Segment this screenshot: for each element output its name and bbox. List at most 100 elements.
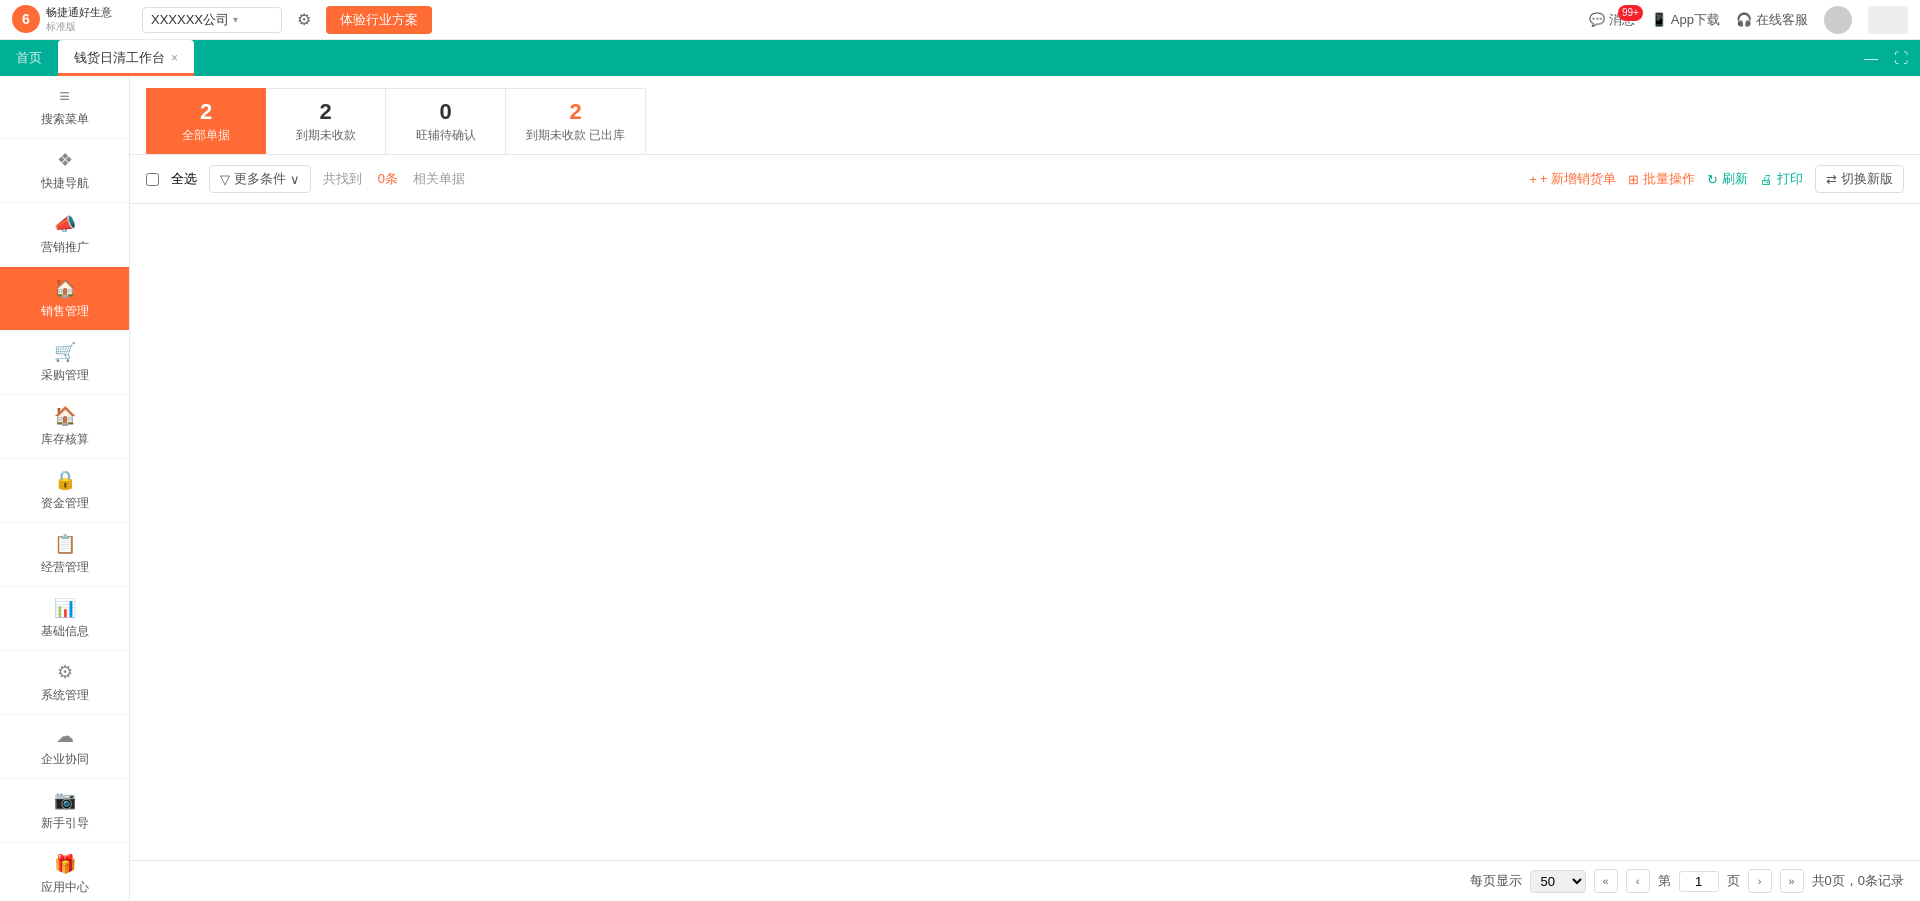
stat-num-overdue: 2 [286, 99, 365, 125]
filter-button[interactable]: ▽ 更多条件 ∨ [209, 165, 311, 193]
switch-version-button[interactable]: ⇄ 切换新版 [1815, 165, 1904, 193]
sidebar-item-system[interactable]: ⚙ 系统管理 [0, 651, 129, 715]
app-badge: 标准版 [46, 20, 112, 34]
search-menu-icon: ≡ [59, 86, 70, 107]
online-service-button[interactable]: 🎧 在线客服 [1736, 11, 1808, 29]
print-icon: 🖨 [1760, 172, 1773, 187]
switch-icon: ⇄ [1826, 172, 1837, 187]
online-service-label: 在线客服 [1756, 11, 1808, 29]
settings-button[interactable]: ⚙ [290, 6, 318, 34]
sidebar-item-collab[interactable]: ☁ 企业协同 [0, 715, 129, 779]
tab-maximize-button[interactable]: ⛶ [1890, 46, 1912, 70]
purchase-icon: 🛒 [54, 341, 76, 363]
company-chevron-icon: ▾ [233, 14, 238, 25]
system-icon: ⚙ [57, 661, 73, 683]
tab-right-actions: — ⛶ [1860, 46, 1920, 70]
sidebar-sales-label: 销售管理 [41, 303, 89, 320]
logo-area: 6 畅捷通好生意 标准版 [12, 5, 142, 33]
logo-icon: 6 [12, 5, 40, 33]
first-page-button[interactable]: « [1594, 869, 1618, 893]
page-label: 第 [1658, 872, 1671, 890]
sidebar-item-search[interactable]: ≡ 搜索菜单 [0, 76, 129, 139]
found-suffix: 相关单据 [410, 170, 466, 188]
table-area [130, 204, 1920, 860]
last-page-button[interactable]: » [1780, 869, 1804, 893]
stats-tabs: 2 全部单据 2 到期未收款 0 旺辅待确认 2 到期未收款 已出库 [130, 76, 1920, 155]
quicknav-icon: ❖ [57, 149, 73, 171]
total-label: 共0页，0条记录 [1812, 872, 1904, 890]
stat-tab-shipped[interactable]: 2 到期未收款 已出库 [506, 88, 646, 154]
app-title: 畅捷通好生意 [46, 5, 112, 19]
sidebar-basic-info-label: 基础信息 [41, 623, 89, 640]
stat-label-overdue: 到期未收款 [286, 127, 365, 144]
finance-icon: 🔒 [54, 469, 76, 491]
sidebar-collab-label: 企业协同 [41, 751, 89, 768]
operation-icon: 📋 [54, 533, 76, 555]
tab-qianhuo[interactable]: 钱货日清工作台 × [58, 40, 194, 76]
sidebar-item-marketing[interactable]: 📣 营销推广 [0, 203, 129, 267]
stat-tab-overdue[interactable]: 2 到期未收款 [266, 88, 386, 154]
message-icon: 💬 [1589, 12, 1605, 27]
stat-label-all: 全部单据 [167, 127, 245, 144]
toolbar: 全选 ▽ 更多条件 ∨ 共找到 0条 相关单据 + + 新增销货单 ⊞ 批量操作 [130, 155, 1920, 204]
company-selector[interactable]: XXXXXX公司 ▾ [142, 7, 282, 33]
filter-chevron-icon: ∨ [290, 172, 300, 187]
username-area [1868, 6, 1908, 34]
sidebar-item-operation[interactable]: 📋 经营管理 [0, 523, 129, 587]
avatar[interactable] [1824, 6, 1852, 34]
sidebar-operation-label: 经营管理 [41, 559, 89, 576]
sidebar-item-newbie[interactable]: 📷 新手引导 [0, 779, 129, 843]
marketing-icon: 📣 [54, 213, 76, 235]
sidebar-item-sales[interactable]: 🏠 销售管理 [0, 267, 129, 331]
header-right: 💬 消息 99+ 📱 App下载 🎧 在线客服 [1589, 6, 1908, 34]
prev-page-button[interactable]: ‹ [1626, 869, 1650, 893]
collab-icon: ☁ [56, 725, 74, 747]
sidebar-item-finance[interactable]: 🔒 资金管理 [0, 459, 129, 523]
sidebar-quicknav-label: 快捷导航 [41, 175, 89, 192]
inventory-icon: 🏠 [54, 405, 76, 427]
empty-placeholder [130, 204, 1920, 860]
found-count: 0条 [378, 170, 398, 188]
stat-label-pending: 旺辅待确认 [406, 127, 485, 144]
per-page-select[interactable]: 50 100 200 [1530, 870, 1586, 893]
tab-home[interactable]: 首页 [0, 40, 58, 76]
stat-num-shipped: 2 [526, 99, 625, 125]
sidebar: ≡ 搜索菜单 ❖ 快捷导航 📣 营销推广 🏠 销售管理 🛒 采购管理 🏠 库存核… [0, 76, 130, 901]
next-page-button[interactable]: › [1748, 869, 1772, 893]
per-page-label: 每页显示 [1470, 872, 1522, 890]
app-download-button[interactable]: 📱 App下载 [1651, 11, 1720, 29]
stat-tab-pending[interactable]: 0 旺辅待确认 [386, 88, 506, 154]
sidebar-system-label: 系统管理 [41, 687, 89, 704]
found-prefix: 共找到 [323, 170, 366, 188]
batch-button[interactable]: ⊞ 批量操作 [1628, 170, 1695, 188]
sidebar-appstore-label: 应用中心 [41, 879, 89, 896]
tab-minimize-button[interactable]: — [1860, 46, 1882, 70]
main-layout: ≡ 搜索菜单 ❖ 快捷导航 📣 营销推广 🏠 销售管理 🛒 采购管理 🏠 库存核… [0, 76, 1920, 901]
sidebar-search-label: 搜索菜单 [41, 111, 89, 128]
tab-qianhuo-label: 钱货日清工作台 [74, 49, 165, 67]
sidebar-item-appstore[interactable]: 🎁 应用中心 [0, 843, 129, 901]
tab-home-label: 首页 [16, 49, 42, 67]
sidebar-item-purchase[interactable]: 🛒 采购管理 [0, 331, 129, 395]
close-tab-icon[interactable]: × [171, 51, 178, 65]
refresh-button[interactable]: ↻ 刷新 [1707, 170, 1748, 188]
stat-tab-all[interactable]: 2 全部单据 [146, 88, 266, 154]
sales-icon: 🏠 [54, 277, 76, 299]
sidebar-item-basic-info[interactable]: 📊 基础信息 [0, 587, 129, 651]
sidebar-item-quicknav[interactable]: ❖ 快捷导航 [0, 139, 129, 203]
appstore-icon: 🎁 [54, 853, 76, 875]
plus-icon: + [1529, 172, 1537, 187]
new-sale-button[interactable]: + + 新增销货单 [1529, 170, 1616, 188]
select-all-checkbox[interactable] [146, 173, 159, 186]
message-button[interactable]: 💬 消息 99+ [1589, 11, 1635, 29]
sidebar-finance-label: 资金管理 [41, 495, 89, 512]
service-icon: 🎧 [1736, 12, 1752, 27]
newbie-icon: 📷 [54, 789, 76, 811]
sidebar-item-inventory[interactable]: 🏠 库存核算 [0, 395, 129, 459]
refresh-icon: ↻ [1707, 172, 1718, 187]
filter-label: 更多条件 [234, 170, 286, 188]
page-input[interactable] [1679, 871, 1719, 892]
nav-tabs: 首页 钱货日清工作台 × — ⛶ [0, 40, 1920, 76]
trial-button[interactable]: 体验行业方案 [326, 6, 432, 34]
print-button[interactable]: 🖨 打印 [1760, 170, 1803, 188]
